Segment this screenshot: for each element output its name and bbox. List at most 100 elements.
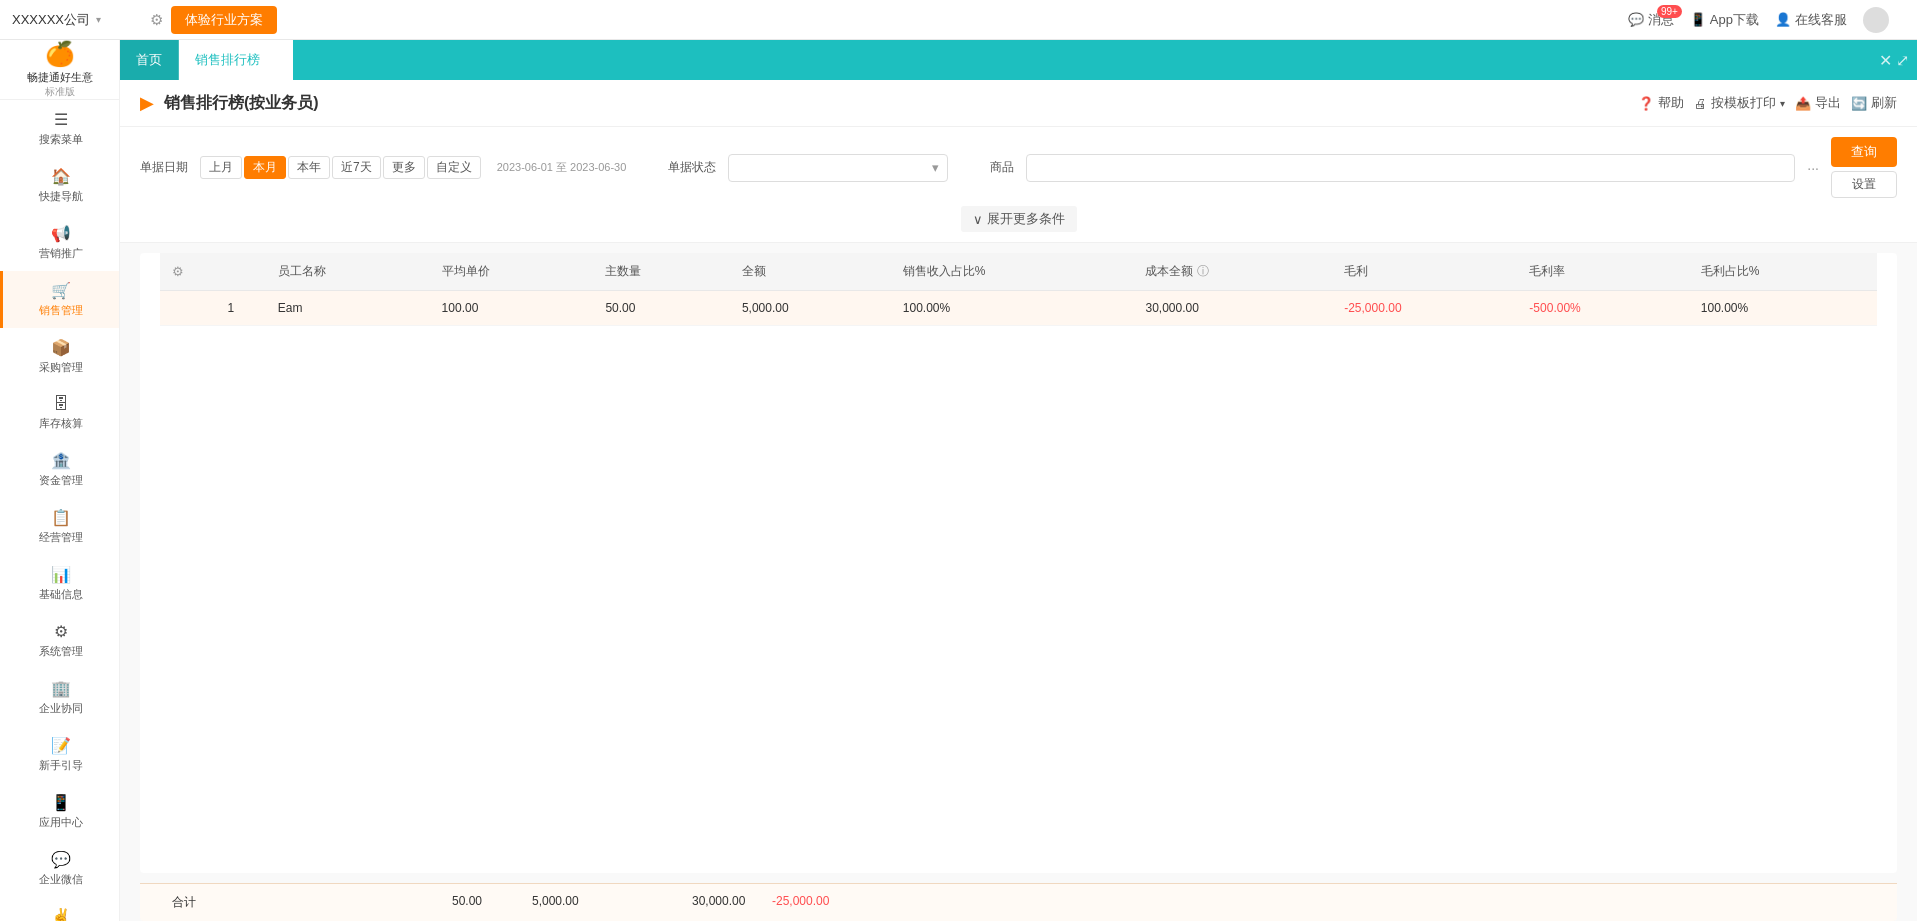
page-title: 销售排行榜(按业务员) (164, 93, 319, 114)
template-print-btn[interactable]: 🖨 按模板打印 ▾ (1694, 94, 1785, 112)
page-content: ▶ 销售排行榜(按业务员) ❓ 帮助 🖨 按模板打印 ▾ 📤 (120, 80, 1917, 921)
footer-cost: 30,000.00 (692, 894, 772, 911)
sidebar-item-guide[interactable]: 📝 新手引导 (0, 726, 119, 783)
footer-amount: 5,000.00 (532, 894, 612, 911)
sidebar-item-quick-nav[interactable]: 🏠 快捷导航 (0, 157, 119, 214)
goods-input[interactable] (1026, 154, 1795, 182)
back-arrow-icon[interactable]: ▶ (140, 92, 154, 114)
page-actions: ❓ 帮助 🖨 按模板打印 ▾ 📤 导出 🔄 刷新 (1638, 94, 1897, 112)
gear-icon[interactable]: ⚙ (150, 11, 163, 29)
refresh-btn[interactable]: 🔄 刷新 (1851, 94, 1897, 112)
help-label: 帮助 (1658, 94, 1684, 112)
goods-more-icon[interactable]: ··· (1807, 160, 1819, 176)
col-settings[interactable]: ⚙ (160, 253, 196, 291)
td-name: Eam (266, 291, 430, 326)
sidebar-label-basic: 基础信息 (39, 587, 83, 602)
table-header-row: ⚙ 员工名称 平均单价 主数量 全额 销售收入占比% 成本全额 ⓘ 毛利 (160, 253, 1877, 291)
company-selector[interactable]: XXXXXX公司 ▾ (12, 11, 142, 29)
col-rank (196, 253, 266, 291)
tab-close-all-icon[interactable]: ✕ (1879, 51, 1892, 70)
template-print-label: 按模板打印 (1711, 94, 1776, 112)
service-btn[interactable]: 👤 在线客服 (1775, 11, 1847, 29)
settings-btn[interactable]: 设置 (1831, 171, 1897, 198)
period-btn-prev-month[interactable]: 上月 (200, 156, 242, 179)
message-btn[interactable]: 💬 消息 99+ (1628, 11, 1674, 29)
status-select[interactable]: ▾ (728, 154, 948, 182)
sidebar-item-operations[interactable]: 📋 经营管理 (0, 498, 119, 555)
sidebar-item-appstore[interactable]: 📱 应用中心 (0, 783, 119, 840)
sidebar-item-wechat[interactable]: 💬 企业微信 (0, 840, 119, 897)
sidebar-label-quick-nav: 快捷导航 (39, 189, 83, 204)
td-rank: 1 (196, 291, 266, 326)
col-gross: 毛利 (1332, 253, 1517, 291)
table-footer: 合计 50.00 5,000.00 30,000.00 -25,000.00 (140, 883, 1897, 921)
cost-info-icon[interactable]: ⓘ (1197, 264, 1209, 278)
sidebar-label-operations: 经营管理 (39, 530, 83, 545)
period-btn-this-year[interactable]: 本年 (288, 156, 330, 179)
sidebar-label-inventory: 库存核算 (39, 416, 83, 431)
sidebar-label-system: 系统管理 (39, 644, 83, 659)
enterprise-icon: 🏢 (51, 679, 71, 698)
search-icon: ☰ (54, 110, 68, 129)
main-layout: 🍊 畅捷通好生意 标准版 ☰ 搜索菜单 🏠 快捷导航 📢 营销推广 🛒 销售管理… (0, 40, 1917, 921)
appstore-icon: 📱 (51, 793, 71, 812)
period-btn-7days[interactable]: 近7天 (332, 156, 381, 179)
expand-more-btn[interactable]: ∨ 展开更多条件 (961, 206, 1077, 232)
app-download-btn[interactable]: 📱 App下载 (1690, 11, 1759, 29)
query-btn[interactable]: 查询 (1831, 137, 1897, 167)
finance-icon: 🏦 (51, 451, 71, 470)
avatar[interactable] (1863, 7, 1889, 33)
goods-filter-label: 商品 (990, 159, 1014, 176)
company-name: XXXXXX公司 (12, 11, 90, 29)
purchase-icon: 📦 (51, 338, 71, 357)
logo-text: 畅捷通好生意 (27, 70, 93, 85)
sidebar-item-search[interactable]: ☰ 搜索菜单 (0, 100, 119, 157)
sidebar-logo: 🍊 畅捷通好生意 标准版 (0, 40, 119, 100)
td-amount: 5,000.00 (730, 291, 891, 326)
sidebar-label-purchase: 采购管理 (39, 360, 83, 375)
page-header: ▶ 销售排行榜(按业务员) ❓ 帮助 🖨 按模板打印 ▾ 📤 (120, 80, 1917, 127)
sidebar-item-enterprise[interactable]: 🏢 企业协同 (0, 669, 119, 726)
top-bar-right: 💬 消息 99+ 📱 App下载 👤 在线客服 (1628, 7, 1905, 33)
export-btn[interactable]: 📤 导出 (1795, 94, 1841, 112)
sidebar-item-inventory[interactable]: 🗄 库存核算 (0, 385, 119, 441)
column-settings-icon[interactable]: ⚙ (172, 264, 184, 279)
service-label: 在线客服 (1795, 11, 1847, 29)
filter-more: ∨ 展开更多条件 (140, 206, 1897, 232)
operations-icon: 📋 (51, 508, 71, 527)
footer-qty: 50.00 (452, 894, 532, 911)
sidebar-item-member[interactable]: ✌ 畅会员 (0, 897, 119, 921)
help-btn[interactable]: ❓ 帮助 (1638, 94, 1684, 112)
col-avg-price: 平均单价 (430, 253, 594, 291)
table-wrapper: ⚙ 员工名称 平均单价 主数量 全额 销售收入占比% 成本全额 ⓘ 毛利 (140, 253, 1897, 873)
sidebar-label-wechat: 企业微信 (39, 872, 83, 887)
sidebar-label-marketing: 营销推广 (39, 246, 83, 261)
status-filter-label: 单据状态 (668, 159, 716, 176)
sidebar-item-finance[interactable]: 🏦 资金管理 (0, 441, 119, 498)
inventory-icon: 🗄 (53, 395, 69, 413)
trial-btn[interactable]: 体验行业方案 (171, 6, 277, 34)
tab-sales-rank[interactable]: 销售排行榜 ✕ (179, 40, 293, 80)
sidebar-item-sales[interactable]: 🛒 销售管理 (0, 271, 119, 328)
message-icon: 💬 (1628, 12, 1644, 27)
period-btn-custom[interactable]: 自定义 (427, 156, 481, 179)
tab-home[interactable]: 首页 (120, 40, 179, 80)
period-btn-this-month[interactable]: 本月 (244, 156, 286, 179)
sidebar-item-marketing[interactable]: 📢 营销推广 (0, 214, 119, 271)
sidebar: 🍊 畅捷通好生意 标准版 ☰ 搜索菜单 🏠 快捷导航 📢 营销推广 🛒 销售管理… (0, 40, 120, 921)
filter-row-1: 单据日期 上月 本月 本年 近7天 更多 自定义 2023-06-01 至 20… (140, 137, 1897, 198)
tab-close-icon[interactable]: ✕ (266, 53, 276, 67)
sidebar-item-system[interactable]: ⚙ 系统管理 (0, 612, 119, 669)
sidebar-item-purchase[interactable]: 📦 采购管理 (0, 328, 119, 385)
sidebar-item-basic[interactable]: 📊 基础信息 (0, 555, 119, 612)
td-settings (160, 291, 196, 326)
col-gross-rate: 毛利率 (1517, 253, 1688, 291)
table-row: 1 Eam 100.00 50.00 5,000.00 100.00% 30,0… (160, 291, 1877, 326)
td-gross-rate: -500.00% (1517, 291, 1688, 326)
chevron-down-icon: ▾ (96, 14, 101, 25)
tab-expand-icon[interactable]: ⤢ (1896, 51, 1909, 70)
period-btn-more[interactable]: 更多 (383, 156, 425, 179)
home-icon: 🏠 (51, 167, 71, 186)
content-area: 首页 销售排行榜 ✕ ✕ ⤢ ▶ 销售排行榜(按业务员) ❓ (120, 40, 1917, 921)
system-icon: ⚙ (54, 622, 68, 641)
